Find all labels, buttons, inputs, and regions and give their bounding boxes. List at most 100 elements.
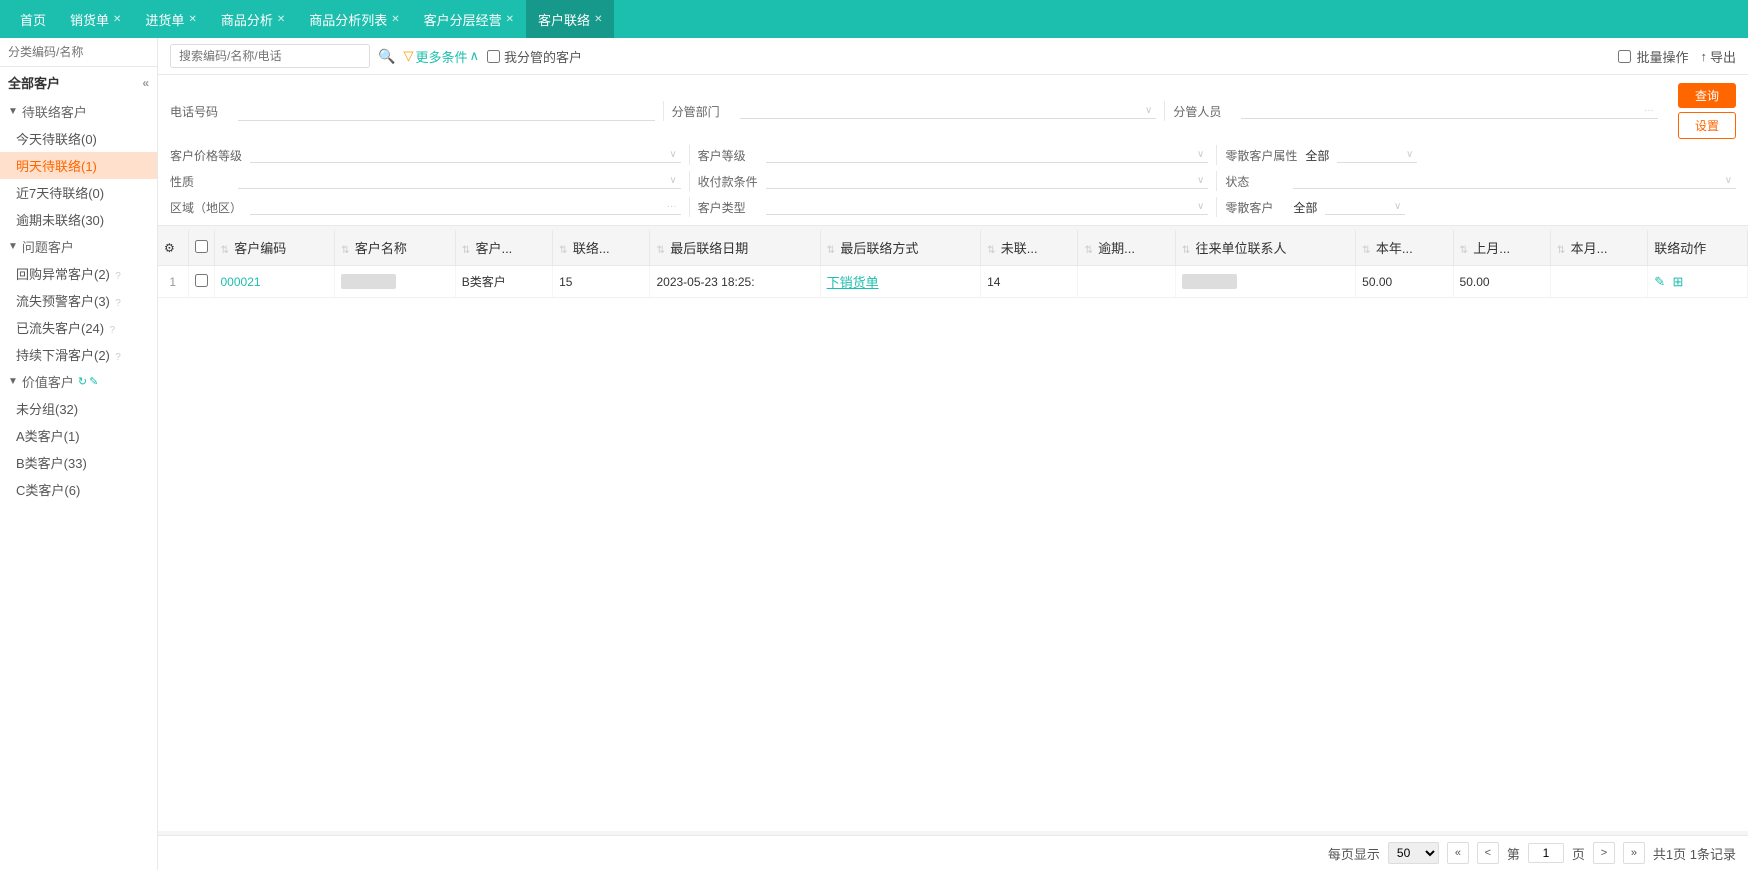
sidebar-item-ungrouped[interactable]: 未分组(32): [0, 395, 157, 422]
price-level-select[interactable]: ∨: [250, 147, 681, 163]
sidebar-item-7day-contact[interactable]: 近7天待联络(0): [0, 179, 157, 206]
sort-icon-person: ⇅: [1182, 245, 1190, 256]
query-button[interactable]: 查询: [1678, 83, 1736, 108]
more-conditions-button[interactable]: ▽ 更多条件 ∧: [403, 47, 479, 66]
sidebar-search-input[interactable]: [8, 45, 158, 59]
sidebar-item-class-c[interactable]: C类客户(6): [0, 476, 157, 503]
sidebar-item-repurchase-anomaly[interactable]: 回购异常客户(2) ?: [0, 260, 157, 287]
cell-code[interactable]: 000021: [214, 266, 335, 298]
nav-purchase-order[interactable]: 进货单 ✕: [133, 0, 208, 38]
payment-terms-select[interactable]: ∨: [766, 173, 1209, 189]
sidebar-item-tomorrow-contact[interactable]: 明天待联络(1): [0, 152, 157, 179]
col-customer-code[interactable]: ⇅ 客户编码: [214, 230, 335, 266]
cell-name[interactable]: ██████: [335, 266, 456, 298]
action-icon-edit[interactable]: ✎: [1654, 274, 1665, 289]
refresh-icon[interactable]: ↻: [78, 375, 87, 388]
col-customer-name[interactable]: ⇅ 客户名称: [335, 230, 456, 266]
divider-7: [689, 197, 690, 217]
customer-type-select[interactable]: ∨: [766, 199, 1209, 215]
next-page-button[interactable]: >: [1593, 842, 1615, 864]
batch-ops-button[interactable]: 批量操作: [1618, 47, 1688, 66]
filter-retail-customer: 零散客户 全部 ∨: [1225, 199, 1736, 216]
nature-select[interactable]: ∨: [238, 173, 681, 189]
nav-close-product-analysis[interactable]: ✕: [277, 14, 285, 25]
prev-page-button[interactable]: <: [1477, 842, 1499, 864]
col-settings[interactable]: ⚙: [158, 230, 188, 266]
sidebar-item-class-b[interactable]: B类客户(33): [0, 449, 157, 476]
sidebar-item-today-contact[interactable]: 今天待联络(0): [0, 125, 157, 152]
col-checkbox: [188, 230, 214, 266]
retail-attr-select[interactable]: ∨: [1337, 147, 1417, 163]
col-uncontacted[interactable]: ⇅ 未联...: [981, 230, 1078, 266]
sidebar-item-churned[interactable]: 已流失客户(24) ?: [0, 314, 157, 341]
phone-input[interactable]: [238, 102, 655, 121]
nav-close-purchase-order[interactable]: ✕: [188, 14, 196, 25]
customer-grade-select[interactable]: ∨: [766, 147, 1209, 163]
nav-home[interactable]: 首页: [8, 0, 58, 38]
nature-label: 性质: [170, 173, 230, 190]
action-icon-more[interactable]: ⊞: [1673, 274, 1684, 289]
nav-close-sales-order[interactable]: ✕: [113, 14, 121, 25]
col-contact-count[interactable]: ⇅ 联络...: [553, 230, 650, 266]
filter-right-actions: 批量操作 ↑ 导出: [1618, 47, 1736, 66]
page-number-input[interactable]: [1528, 843, 1564, 863]
col-this-month[interactable]: ⇅ 本月...: [1550, 230, 1647, 266]
select-all-checkbox[interactable]: [195, 240, 208, 253]
sidebar-item-overdue-contact[interactable]: 逾期未联络(30): [0, 206, 157, 233]
sidebar-item-declining[interactable]: 持续下滑客户(2) ?: [0, 341, 157, 368]
table-row: 1 000021 ██████ B类客户 15 2023-05-23 18:25…: [158, 266, 1748, 298]
status-select[interactable]: ∨: [1293, 173, 1736, 189]
group-arrow-problem: ▼: [8, 241, 18, 252]
col-contact-person[interactable]: ⇅ 往来单位联系人: [1175, 230, 1355, 266]
col-overdue[interactable]: ⇅ 逾期...: [1078, 230, 1175, 266]
cell-this-month: [1550, 266, 1647, 298]
sidebar-all-customers[interactable]: 全部客户 «: [0, 67, 157, 98]
sort-icon-overdue: ⇅: [1084, 245, 1092, 256]
retail-customer-select[interactable]: ∨: [1325, 199, 1405, 215]
sidebar-item-churn-warning[interactable]: 流失预警客户(3) ?: [0, 287, 157, 314]
export-button[interactable]: ↑ 导出: [1700, 47, 1736, 66]
cell-action: ✎ ⊞: [1648, 266, 1748, 298]
row-checkbox[interactable]: [195, 274, 208, 287]
nav-sales-order[interactable]: 销货单 ✕: [58, 0, 133, 38]
sidebar-group-value[interactable]: ▼ 价值客户 ↻ ✎: [0, 368, 157, 395]
nav-close-customer-contact[interactable]: ✕: [594, 14, 602, 25]
dept-select[interactable]: ∨: [740, 103, 1157, 119]
first-page-button[interactable]: «: [1447, 842, 1469, 864]
col-customer-type[interactable]: ⇅ 客户...: [455, 230, 552, 266]
sort-icon-this-month: ⇅: [1557, 245, 1565, 256]
sidebar-group-problem[interactable]: ▼ 问题客户: [0, 233, 157, 260]
manager-select[interactable]: ···: [1241, 103, 1658, 119]
sidebar-item-class-a[interactable]: A类客户(1): [0, 422, 157, 449]
nav-close-customer-stratification[interactable]: ✕: [506, 14, 514, 25]
help-icon-repurchase: ?: [115, 271, 121, 282]
col-last-contact-method[interactable]: ⇅ 最后联络方式: [820, 230, 980, 266]
filter-dept: 分管部门 ∨: [672, 103, 1157, 120]
nav-product-analysis[interactable]: 商品分析 ✕: [209, 0, 297, 38]
col-last-month[interactable]: ⇅ 上月...: [1453, 230, 1550, 266]
col-this-year[interactable]: ⇅ 本年...: [1356, 230, 1453, 266]
divider-6: [1216, 171, 1217, 191]
col-last-contact-date[interactable]: ⇅ 最后联络日期: [650, 230, 820, 266]
cell-type: B类客户: [455, 266, 552, 298]
nav-customer-contact[interactable]: 客户联络 ✕: [526, 0, 614, 38]
my-customers-checkbox[interactable]: [487, 50, 500, 63]
batch-checkbox[interactable]: [1618, 50, 1631, 63]
nav-customer-stratification[interactable]: 客户分层经营 ✕: [412, 0, 526, 38]
cell-last-method[interactable]: 下销货单: [820, 266, 980, 298]
last-page-button[interactable]: »: [1623, 842, 1645, 864]
help-icon-churn-warning: ?: [115, 298, 121, 309]
per-page-select[interactable]: 50 100 200: [1388, 842, 1439, 864]
nav-product-analysis-list[interactable]: 商品分析列表 ✕: [297, 0, 411, 38]
retail-customer-label: 零散客户: [1225, 199, 1285, 216]
filter-payment-terms: 收付款条件 ∨: [698, 173, 1209, 190]
main-layout: 🔍 全部客户 « ▼ 待联络客户 今天待联络(0) 明天待联络(1) 近7天待联…: [0, 38, 1748, 870]
nav-close-product-analysis-list[interactable]: ✕: [391, 14, 399, 25]
region-select[interactable]: ···: [250, 199, 681, 215]
search-input[interactable]: [170, 44, 370, 68]
search-button[interactable]: 🔍: [378, 48, 395, 65]
edit-icon[interactable]: ✎: [89, 375, 98, 388]
customer-type-arrow-icon: ∨: [1197, 201, 1204, 212]
sidebar-group-pending[interactable]: ▼ 待联络客户: [0, 98, 157, 125]
set-button[interactable]: 设置: [1678, 112, 1736, 139]
